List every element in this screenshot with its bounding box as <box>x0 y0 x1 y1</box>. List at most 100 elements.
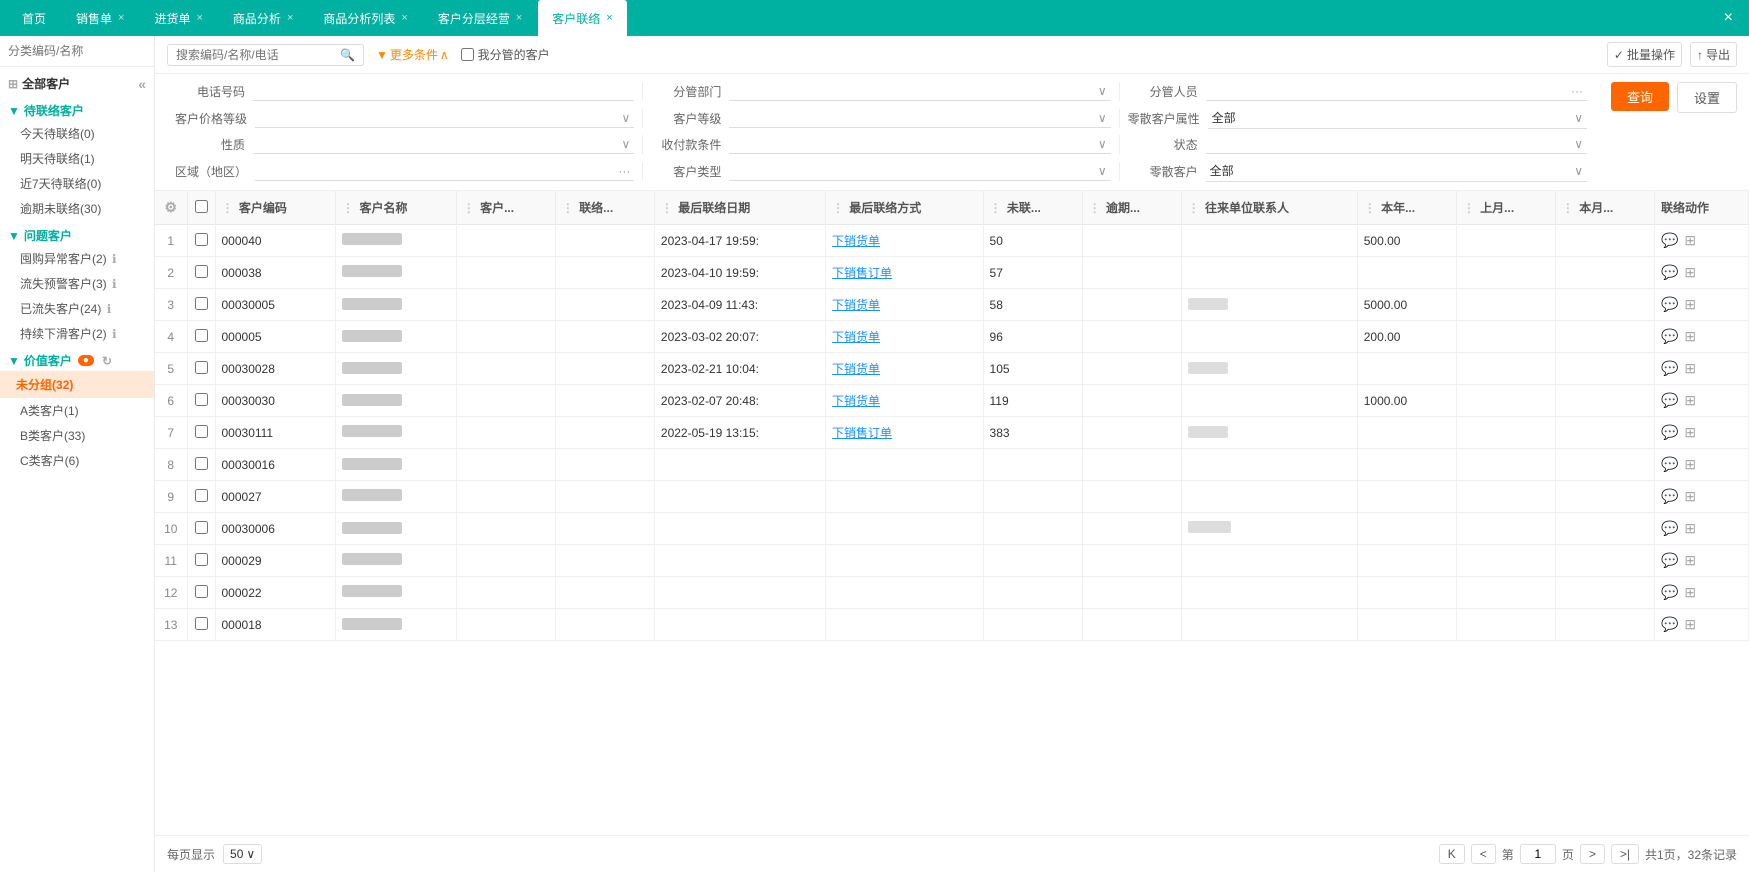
nav-home[interactable]: 首页 <box>8 0 60 36</box>
grid-action-icon[interactable]: ⊞ <box>1684 520 1696 537</box>
sidebar-item-today[interactable]: 今天待联络(0) <box>0 121 154 146</box>
message-icon[interactable]: 💬 <box>1661 488 1678 505</box>
next-page-button[interactable]: > <box>1580 844 1605 864</box>
grid-action-icon[interactable]: ⊞ <box>1684 456 1696 473</box>
sidebar-item-typeB[interactable]: B类客户(33) <box>0 423 154 448</box>
sidebar-item-7days[interactable]: 近7天待联络(0) <box>0 171 154 196</box>
last-method-link[interactable]: 下销货单 <box>832 330 880 344</box>
message-icon[interactable]: 💬 <box>1661 360 1678 377</box>
row-checkbox-12[interactable] <box>195 617 208 630</box>
sidebar-item-warning[interactable]: 流失预警客户(3) ℹ <box>0 271 154 296</box>
gear-icon[interactable]: ⚙ <box>164 199 177 215</box>
row-checkbox-5[interactable] <box>195 393 208 406</box>
grid-action-icon[interactable]: ⊞ <box>1684 424 1696 441</box>
export-button[interactable]: ↑ 导出 <box>1690 42 1737 67</box>
query-button[interactable]: 查询 <box>1611 82 1669 111</box>
last-method-link[interactable]: 下销货单 <box>832 234 880 248</box>
my-customers-checkbox[interactable] <box>461 48 474 61</box>
message-icon[interactable]: 💬 <box>1661 520 1678 537</box>
refresh-icon[interactable]: ↻ <box>102 354 112 368</box>
sidebar-item-typeC[interactable]: C类客户(6) <box>0 448 154 473</box>
grid-action-icon[interactable]: ⊞ <box>1684 264 1696 281</box>
sidebar-item-abnormal[interactable]: 囤购异常客户(2) ℹ <box>0 246 154 271</box>
last-method-link[interactable]: 下销售订单 <box>832 426 892 440</box>
page-number-input[interactable] <box>1520 844 1556 864</box>
customer-tier-select[interactable]: ∨ <box>729 109 1110 128</box>
search-icon[interactable]: 🔍 <box>340 48 355 62</box>
row-checkbox-9[interactable] <box>195 521 208 534</box>
nav-purchase[interactable]: 进货单 × <box>140 0 216 36</box>
th-type[interactable]: ⋮ 客户... <box>456 191 555 225</box>
message-icon[interactable]: 💬 <box>1661 264 1678 281</box>
sidebar-item-tomorrow[interactable]: 明天待联络(1) <box>0 146 154 171</box>
more-conditions-btn[interactable]: ▼ 更多条件 ∧ <box>376 46 449 63</box>
message-icon[interactable]: 💬 <box>1661 296 1678 313</box>
row-checkbox-2[interactable] <box>195 297 208 310</box>
nav-customer-tier[interactable]: 客户分层经营 × <box>424 0 536 36</box>
select-all-checkbox[interactable] <box>195 200 208 213</box>
nav-sales[interactable]: 销售单 × <box>62 0 138 36</box>
nav-analysis-list-close[interactable]: × <box>401 12 407 24</box>
th-last-method[interactable]: ⋮ 最后联络方式 <box>825 191 983 225</box>
nav-sales-close[interactable]: × <box>118 12 124 24</box>
sidebar-item-lost[interactable]: 已流失客户(24) ℹ <box>0 296 154 321</box>
row-checkbox-7[interactable] <box>195 457 208 470</box>
status-select[interactable]: ∨ <box>1206 135 1587 154</box>
th-contact[interactable]: ⋮ 联络... <box>555 191 654 225</box>
th-code[interactable]: ⋮ 客户编码 <box>215 191 336 225</box>
th-no-contact[interactable]: ⋮ 未联... <box>983 191 1082 225</box>
sidebar-all-customers[interactable]: ⊞ 全部客户 « <box>0 67 154 96</box>
sidebar-group-value[interactable]: ▼ 价值客户 ● ↻ <box>0 346 154 371</box>
search-input[interactable] <box>176 48 336 62</box>
grid-action-icon[interactable]: ⊞ <box>1684 488 1696 505</box>
sidebar-search-input[interactable] <box>8 44 155 58</box>
sidebar-group-problem[interactable]: ▼ 问题客户 <box>0 221 154 246</box>
grid-action-icon[interactable]: ⊞ <box>1684 552 1696 569</box>
grid-action-icon[interactable]: ⊞ <box>1684 328 1696 345</box>
row-checkbox-6[interactable] <box>195 425 208 438</box>
message-icon[interactable]: 💬 <box>1661 328 1678 345</box>
grid-action-icon[interactable]: ⊞ <box>1684 360 1696 377</box>
nav-analysis-close[interactable]: × <box>287 12 293 24</box>
batch-op-button[interactable]: ✓ 批量操作 <box>1607 42 1682 67</box>
th-overdue[interactable]: ⋮ 逾期... <box>1082 191 1181 225</box>
message-icon[interactable]: 💬 <box>1661 456 1678 473</box>
retail-select[interactable]: 全部 ∨ <box>1206 160 1587 182</box>
row-checkbox-10[interactable] <box>195 553 208 566</box>
nav-analysis-list[interactable]: 商品分析列表 × <box>309 0 421 36</box>
th-name[interactable]: ⋮ 客户名称 <box>336 191 457 225</box>
collapse-icon[interactable]: « <box>138 76 146 92</box>
row-checkbox-11[interactable] <box>195 585 208 598</box>
th-this-month[interactable]: ⋮ 本月... <box>1555 191 1654 225</box>
message-icon[interactable]: 💬 <box>1661 424 1678 441</box>
last-method-link[interactable]: 下销货单 <box>832 394 880 408</box>
message-icon[interactable]: 💬 <box>1661 552 1678 569</box>
sidebar-item-declining[interactable]: 持续下滑客户(2) ℹ <box>0 321 154 346</box>
sidebar-group-pending[interactable]: ▼ 待联络客户 <box>0 96 154 121</box>
nav-customer-contact[interactable]: 客户联络 × <box>538 0 626 36</box>
nav-customer-contact-close[interactable]: × <box>606 12 612 24</box>
nav-customer-tier-close[interactable]: × <box>516 12 522 24</box>
region-select[interactable]: ··· <box>255 162 634 181</box>
price-tier-select[interactable]: ∨ <box>255 109 634 128</box>
row-checkbox-4[interactable] <box>195 361 208 374</box>
row-checkbox-3[interactable] <box>195 329 208 342</box>
message-icon[interactable]: 💬 <box>1661 232 1678 249</box>
phone-input[interactable] <box>253 82 634 101</box>
cust-type-select[interactable]: ∨ <box>729 162 1110 181</box>
row-checkbox-0[interactable] <box>195 233 208 246</box>
payment-select[interactable]: ∨ <box>729 135 1110 154</box>
message-icon[interactable]: 💬 <box>1661 584 1678 601</box>
first-page-button[interactable]: K <box>1439 844 1465 864</box>
nav-analysis[interactable]: 商品分析 × <box>219 0 307 36</box>
th-last-month[interactable]: ⋮ 上月... <box>1456 191 1555 225</box>
row-checkbox-1[interactable] <box>195 265 208 278</box>
retail-attr-select[interactable]: 全部 ∨ <box>1208 107 1587 129</box>
th-liaisons[interactable]: ⋮ 往来单位联系人 <box>1181 191 1357 225</box>
last-page-button[interactable]: >| <box>1611 844 1639 864</box>
last-method-link[interactable]: 下销货单 <box>832 298 880 312</box>
grid-action-icon[interactable]: ⊞ <box>1684 584 1696 601</box>
dept-select[interactable]: ∨ <box>729 82 1110 101</box>
sidebar-item-typeA[interactable]: A类客户(1) <box>0 398 154 423</box>
sidebar-item-ungroup[interactable]: 未分组(32) <box>0 371 154 398</box>
